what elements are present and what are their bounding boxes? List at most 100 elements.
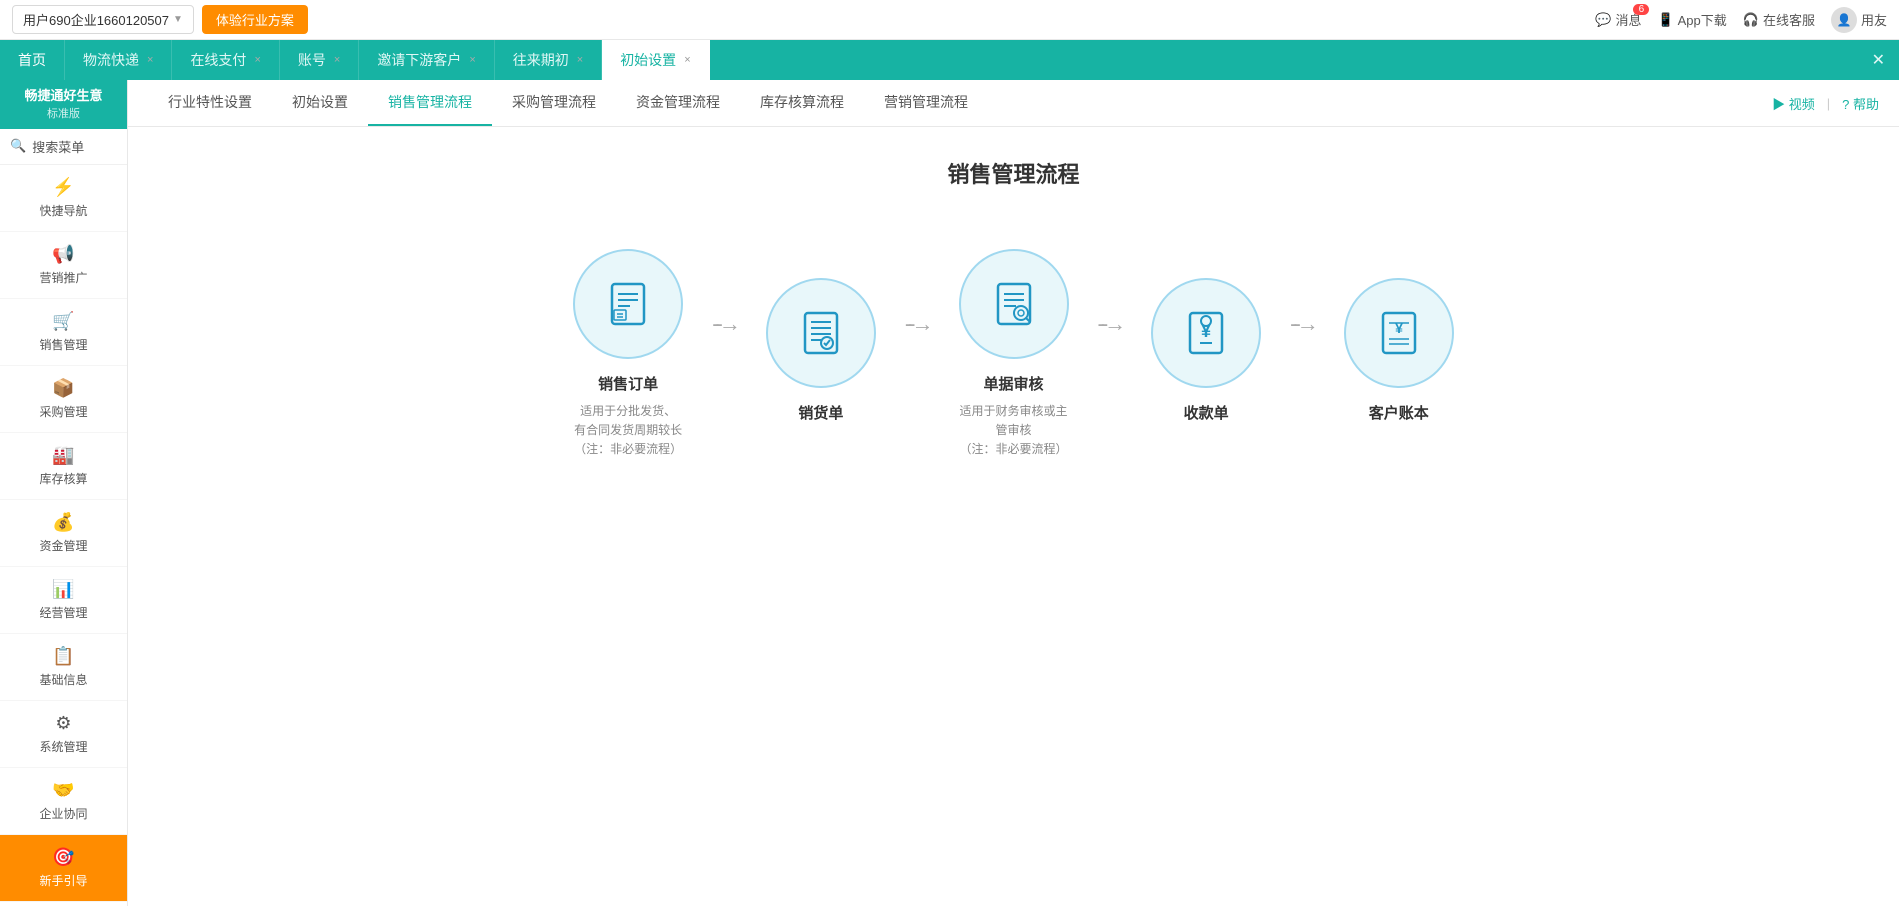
gear-icon: ⚙ [55, 713, 71, 734]
sales-order-circle[interactable] [573, 249, 683, 359]
video-link[interactable]: ▶ 视频 [1772, 94, 1815, 113]
sidebar-item-fund-mgmt[interactable]: 💰 资金管理 [0, 500, 127, 567]
quick-nav-label: 快捷导航 [39, 202, 87, 219]
enterprise-coop-label: 企业协同 [39, 805, 87, 822]
newbie-guide-label: 新手引导 [39, 872, 87, 889]
headset-icon: 🎧 [1743, 12, 1759, 28]
sidebar-item-purchase-mgmt[interactable]: 📦 采购管理 [0, 366, 127, 433]
nav-close-all[interactable]: ✕ [1858, 40, 1899, 80]
page-body: 销售管理流程 [128, 127, 1899, 906]
user-label: 用户690企业1660120507 [23, 10, 169, 29]
close-icon[interactable]: × [577, 54, 583, 66]
trial-button[interactable]: 体验行业方案 [202, 5, 308, 34]
sub-tab-marketing-flow[interactable]: 营销管理流程 [864, 80, 988, 126]
chevron-down-icon: ▼ [173, 14, 183, 25]
layout: 畅捷通好生意 标准版 🔍 搜索菜单 ⚡ 快捷导航 📢 营销推广 🛒 销售管理 📦… [0, 80, 1899, 906]
handshake-icon: 🤝 [52, 780, 74, 801]
sys-mgmt-label: 系统管理 [39, 738, 87, 755]
sub-tab-purchase-flow[interactable]: 采购管理流程 [492, 80, 616, 126]
sidebar-item-basic-info[interactable]: 📋 基础信息 [0, 634, 127, 701]
nav-tab-account[interactable]: 账号 × [280, 40, 359, 80]
purchase-mgmt-label: 采购管理 [39, 403, 87, 420]
sales-mgmt-label: 销售管理 [39, 336, 87, 353]
review-desc: 适用于财务审核或主管审核（注：非必要流程） [959, 402, 1067, 460]
user-selector[interactable]: 用户690企业1660120507 ▼ [12, 5, 194, 34]
message-icon: 💬 [1595, 12, 1611, 28]
basic-info-label: 基础信息 [39, 671, 87, 688]
nav-tab-logistics[interactable]: 物流快递 × [65, 40, 172, 80]
sub-tab-inventory-flow[interactable]: 库存核算流程 [740, 80, 864, 126]
sidebar-item-app-center[interactable]: 📱 应用中心 [0, 902, 127, 906]
app-download-item[interactable]: 📱 App下载 [1657, 10, 1726, 29]
sidebar-item-inventory[interactable]: 🏭 库存核算 [0, 433, 127, 500]
lightning-icon: ⚡ [52, 177, 74, 198]
receipt-circle[interactable]: ¥ [1151, 278, 1261, 388]
sidebar-search[interactable]: 🔍 搜索菜单 [0, 129, 127, 165]
help-link[interactable]: ? 帮助 [1842, 94, 1879, 113]
review-name: 单据审核 [983, 373, 1043, 394]
nav-tab-home[interactable]: 首页 [0, 40, 65, 80]
sidebar-item-biz-mgmt[interactable]: 📊 经营管理 [0, 567, 127, 634]
logo-text: 畅捷通好生意 [24, 88, 102, 105]
nav-tabs: 首页 物流快递 × 在线支付 × 账号 × 邀请下游客户 × 往来期初 × 初始… [0, 40, 1899, 80]
chart-icon: 📊 [52, 579, 74, 600]
box-icon: 📦 [52, 378, 74, 399]
play-icon: ▶ [1772, 97, 1785, 112]
arrow-2: --→ [905, 311, 930, 397]
biz-mgmt-label: 经营管理 [39, 604, 87, 621]
nav-tab-payment[interactable]: 在线支付 × [172, 40, 279, 80]
flow-step-review: 单据审核 适用于财务审核或主管审核（注：非必要流程） [934, 249, 1094, 460]
logo-sub: 标准版 [47, 105, 80, 121]
sidebar-item-marketing-promo[interactable]: 📢 营销推广 [0, 232, 127, 299]
inventory-flow-label: 库存核算流程 [760, 94, 844, 110]
marketing-flow-label: 营销管理流程 [884, 94, 968, 110]
home-label: 首页 [18, 50, 46, 70]
sub-tab-init-settings[interactable]: 初始设置 [272, 80, 368, 126]
sidebar-item-newbie-guide[interactable]: 🎯 新手引导 [0, 835, 127, 902]
delivery-name: 销货单 [798, 402, 843, 423]
account-label: 账号 [298, 50, 326, 70]
user-item[interactable]: 👤 用友 [1831, 7, 1887, 33]
review-circle[interactable] [959, 249, 1069, 359]
delivery-circle[interactable] [766, 278, 876, 388]
service-item[interactable]: 🎧 在线客服 [1743, 10, 1815, 29]
main-content: 行业特性设置 初始设置 销售管理流程 采购管理流程 资金管理流程 库存核算流程 … [128, 80, 1899, 906]
nav-tab-period[interactable]: 往来期初 × [495, 40, 602, 80]
flow-diagram: 销售订单 适用于分批发货、有合同发货周期较长（注：非必要流程） --→ [168, 249, 1859, 460]
close-icon[interactable]: × [469, 54, 475, 66]
sub-tab-fund-flow[interactable]: 资金管理流程 [616, 80, 740, 126]
close-icon[interactable]: × [334, 54, 340, 66]
flow-step-ledger: ¥ 客户账本 [1319, 278, 1479, 431]
close-icon[interactable]: × [147, 54, 153, 66]
nav-tab-init[interactable]: 初始设置 × [602, 40, 709, 80]
sub-tab-sales-flow[interactable]: 销售管理流程 [368, 80, 492, 126]
sub-tab-industry[interactable]: 行业特性设置 [148, 80, 272, 126]
fund-mgmt-label: 资金管理 [39, 537, 87, 554]
sidebar-item-quick-nav[interactable]: ⚡ 快捷导航 [0, 165, 127, 232]
sidebar-item-sys-mgmt[interactable]: ⚙ 系统管理 [0, 701, 127, 768]
message-icon-wrap[interactable]: 💬 6 消息 [1595, 10, 1641, 29]
top-bar-left: 用户690企业1660120507 ▼ 体验行业方案 [12, 5, 308, 34]
industry-label: 行业特性设置 [168, 94, 252, 110]
nav-tab-invite[interactable]: 邀请下游客户 × [359, 40, 494, 80]
init-label: 初始设置 [620, 50, 676, 70]
flow-step-sales-order: 销售订单 适用于分批发货、有合同发货周期较长（注：非必要流程） [548, 249, 708, 460]
sales-order-name: 销售订单 [598, 373, 658, 394]
flow-step-delivery: 销货单 [741, 278, 901, 431]
init-settings-label: 初始设置 [292, 94, 348, 110]
megaphone-icon: 📢 [52, 244, 74, 265]
ledger-circle[interactable]: ¥ [1344, 278, 1454, 388]
avatar: 👤 [1831, 7, 1857, 33]
user-name-label: 用友 [1861, 10, 1887, 29]
factory-icon: 🏭 [52, 445, 74, 466]
sidebar-item-enterprise-coop[interactable]: 🤝 企业协同 [0, 768, 127, 835]
page-title: 销售管理流程 [168, 157, 1859, 189]
app-icon: 📱 [1657, 12, 1673, 28]
close-icon[interactable]: × [254, 54, 260, 66]
sidebar-item-sales-mgmt[interactable]: 🛒 销售管理 [0, 299, 127, 366]
search-label: 搜索菜单 [32, 137, 84, 156]
close-icon[interactable]: × [684, 54, 690, 66]
cart-icon: 🛒 [52, 311, 74, 332]
receipt-name: 收款单 [1184, 402, 1229, 423]
logistics-label: 物流快递 [83, 50, 139, 70]
